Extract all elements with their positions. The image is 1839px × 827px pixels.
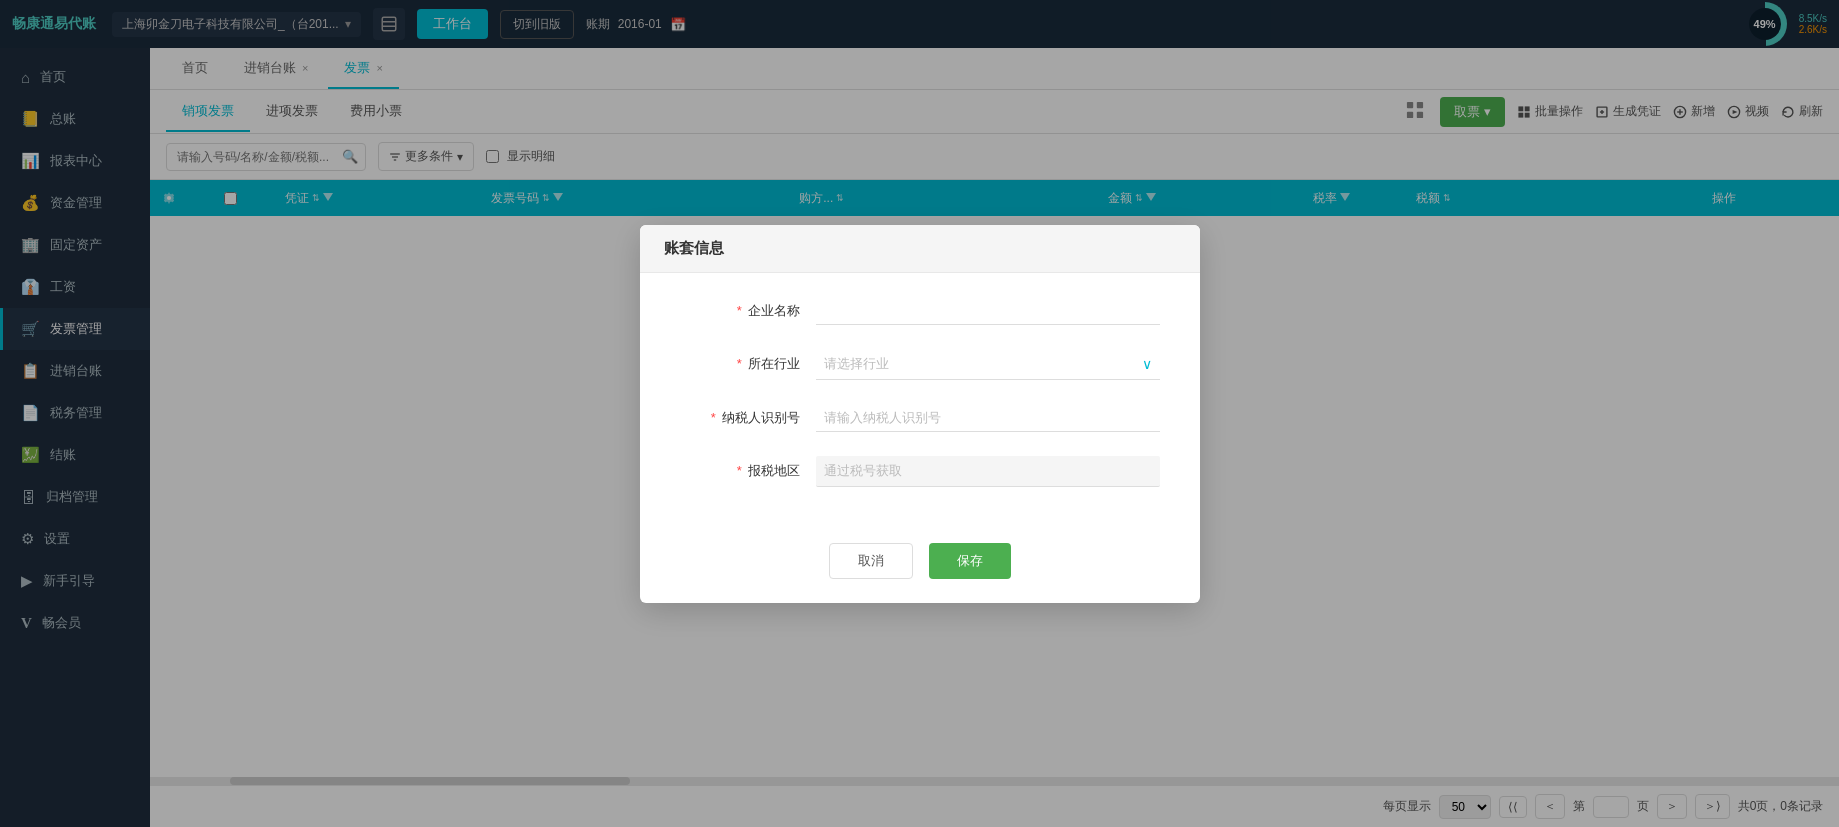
tax-region-label: * 报税地区 xyxy=(680,462,800,480)
company-required-mark: * xyxy=(737,303,742,318)
modal-box: 账套信息 * 企业名称 11 * 所在行业 请选择行业 ∨ xyxy=(640,225,1200,603)
tax-id-input[interactable] xyxy=(816,404,1160,432)
industry-placeholder: 请选择行业 xyxy=(824,355,1142,373)
tax-region-required-mark: * xyxy=(737,463,742,478)
company-name-label: * 企业名称 xyxy=(680,302,800,320)
tax-region-disabled-input: 通过税号获取 xyxy=(816,456,1160,487)
industry-dropdown-icon: ∨ xyxy=(1142,356,1152,372)
modal-footer: 取消 保存 xyxy=(640,543,1200,579)
industry-required-mark: * xyxy=(737,356,742,371)
cancel-button[interactable]: 取消 xyxy=(829,543,913,579)
industry-label: * 所在行业 xyxy=(680,355,800,373)
form-row-tax-region: * 报税地区 通过税号获取 xyxy=(680,456,1160,487)
modal-title: 账套信息 xyxy=(664,239,724,256)
save-button[interactable]: 保存 xyxy=(929,543,1011,579)
industry-select[interactable]: 请选择行业 ∨ xyxy=(816,349,1160,380)
form-row-tax-id: * 纳税人识别号 xyxy=(680,404,1160,432)
form-row-company: * 企业名称 11 xyxy=(680,297,1160,325)
form-row-industry: * 所在行业 请选择行业 ∨ xyxy=(680,349,1160,380)
tax-id-required-mark: * xyxy=(711,410,716,425)
modal-body: * 企业名称 11 * 所在行业 请选择行业 ∨ * xyxy=(640,273,1200,535)
modal-header: 账套信息 xyxy=(640,225,1200,273)
company-name-input[interactable]: 11 xyxy=(816,297,1160,325)
tax-id-label: * 纳税人识别号 xyxy=(680,409,800,427)
modal-overlay: 账套信息 * 企业名称 11 * 所在行业 请选择行业 ∨ xyxy=(0,0,1839,827)
